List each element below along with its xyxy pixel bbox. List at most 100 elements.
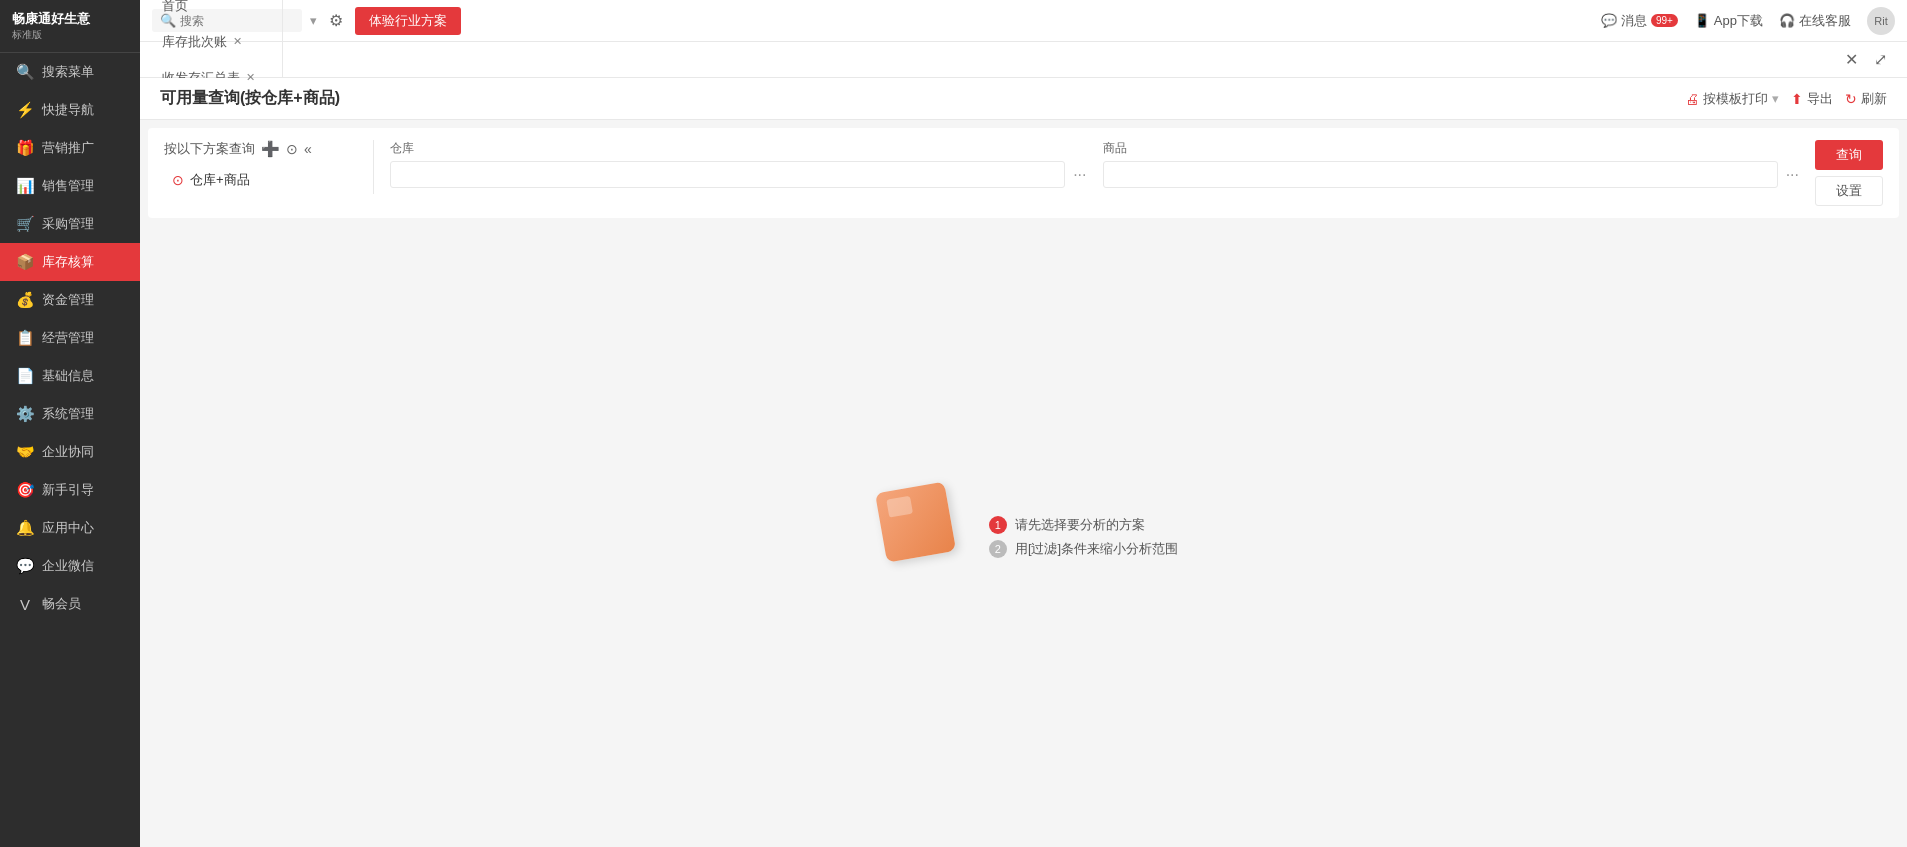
- warehouse-input-row: ···: [390, 161, 1091, 188]
- sidebar-item-search[interactable]: 🔍 搜索菜单: [0, 53, 140, 91]
- settings-scheme-btn[interactable]: ⊙: [286, 141, 298, 157]
- sidebar-scroll: 🔍 搜索菜单 ⚡ 快捷导航 🎁 营销推广 📊 销售管理 🛒 采购管理 📦 库存核…: [0, 53, 140, 847]
- top-header: 🔍 ▾ ⚙ 体验行业方案 💬 消息 99+ 📱 App下载 🎧 在线客服 Rit: [140, 0, 1907, 42]
- warehouse-input[interactable]: [390, 161, 1065, 188]
- gear-icon[interactable]: ⚙: [325, 7, 347, 34]
- print-icon: 🖨: [1685, 91, 1699, 107]
- sidebar-label-sales: 销售管理: [42, 177, 94, 195]
- sidebar-label-marketing: 营销推广: [42, 139, 94, 157]
- tab-close-receipt-summary[interactable]: ✕: [246, 71, 255, 84]
- sidebar-icon-apps: 🔔: [16, 519, 34, 537]
- close-tab-btn[interactable]: ✕: [1841, 46, 1862, 73]
- sidebar-icon-search: 🔍: [16, 63, 34, 81]
- tab-close-batch-ledger[interactable]: ✕: [233, 35, 242, 48]
- tab-label-batch-ledger: 库存批次账: [162, 33, 227, 51]
- empty-box-icon: [875, 481, 956, 562]
- sidebar-label-purchase: 采购管理: [42, 215, 94, 233]
- warehouse-label: 仓库: [390, 140, 1091, 157]
- hint-item-1: 1 请先选择要分析的方案: [989, 516, 1178, 534]
- sidebar-item-sales[interactable]: 📊 销售管理: [0, 167, 140, 205]
- sidebar-item-cooperation[interactable]: 🤝 企业协同: [0, 433, 140, 471]
- sidebar-item-operations[interactable]: 📋 经营管理: [0, 319, 140, 357]
- message-action[interactable]: 💬 消息 99+: [1601, 12, 1678, 30]
- online-service-action[interactable]: 🎧 在线客服: [1779, 12, 1851, 30]
- sidebar-label-basic: 基础信息: [42, 367, 94, 385]
- warehouse-more-btn[interactable]: ···: [1069, 162, 1090, 188]
- message-icon: 💬: [1601, 13, 1617, 28]
- sidebar-item-member[interactable]: V 畅会员: [0, 585, 140, 623]
- refresh-action[interactable]: ↻ 刷新: [1845, 90, 1887, 108]
- hint-item-2: 2 用[过滤]条件来缩小分析范围: [989, 540, 1178, 558]
- tab-batch-ledger[interactable]: 库存批次账 ✕: [148, 24, 283, 60]
- sidebar-label-inventory: 库存核算: [42, 253, 94, 271]
- sidebar-item-weixin[interactable]: 💬 企业微信: [0, 547, 140, 585]
- sidebar: 畅康通好生意 标准版 🔍 搜索菜单 ⚡ 快捷导航 🎁 营销推广 📊 销售管理 🛒…: [0, 0, 140, 847]
- sidebar-label-member: 畅会员: [42, 595, 81, 613]
- app-download-action[interactable]: 📱 App下载: [1694, 12, 1763, 30]
- app-download-label: App下载: [1714, 12, 1763, 30]
- sidebar-icon-guide: 🎯: [16, 481, 34, 499]
- goods-input[interactable]: [1103, 161, 1778, 188]
- print-label: 按模板打印: [1703, 90, 1768, 108]
- sidebar-icon-marketing: 🎁: [16, 139, 34, 157]
- expand-tab-btn[interactable]: ⤢: [1870, 46, 1891, 73]
- sidebar-item-shortcut[interactable]: ⚡ 快捷导航: [0, 91, 140, 129]
- export-label: 导出: [1807, 90, 1833, 108]
- print-dropdown-icon[interactable]: ▾: [1772, 91, 1779, 106]
- hint-num-1: 1: [989, 516, 1007, 534]
- goods-more-btn[interactable]: ···: [1782, 162, 1803, 188]
- page-title: 可用量查询(按仓库+商品): [160, 88, 1685, 109]
- scheme-header: 按以下方案查询 ➕ ⊙ «: [164, 140, 361, 158]
- add-scheme-btn[interactable]: ➕: [261, 140, 280, 158]
- service-icon: 🎧: [1779, 13, 1795, 28]
- sidebar-icon-member: V: [16, 596, 34, 613]
- trial-button[interactable]: 体验行业方案: [355, 7, 461, 35]
- sidebar-item-inventory[interactable]: 📦 库存核算: [0, 243, 140, 281]
- sidebar-item-marketing[interactable]: 🎁 营销推广: [0, 129, 140, 167]
- sidebar-label-search: 搜索菜单: [42, 63, 94, 81]
- page-header: 可用量查询(按仓库+商品) 🖨 按模板打印 ▾ ⬆ 导出 ↻ 刷新: [140, 78, 1907, 120]
- hint-text-1: 请先选择要分析的方案: [1015, 516, 1145, 534]
- sidebar-icon-sales: 📊: [16, 177, 34, 195]
- sidebar-item-apps[interactable]: 🔔 应用中心: [0, 509, 140, 547]
- query-scheme-section: 按以下方案查询 ➕ ⊙ « ⊙ 仓库+商品: [164, 140, 374, 194]
- scheme-item-warehouse-goods[interactable]: ⊙ 仓库+商品: [164, 166, 361, 194]
- settings-button[interactable]: 设置: [1815, 176, 1883, 206]
- filter-field-goods: 商品 ···: [1103, 140, 1804, 188]
- empty-illustration: [869, 479, 969, 579]
- sidebar-label-apps: 应用中心: [42, 519, 94, 537]
- dropdown-icon[interactable]: ▾: [310, 13, 317, 28]
- query-button[interactable]: 查询: [1815, 140, 1883, 170]
- tab-home[interactable]: 首页: [148, 0, 283, 24]
- sidebar-item-system[interactable]: ⚙️ 系统管理: [0, 395, 140, 433]
- query-action-btns: 查询 设置: [1803, 140, 1883, 206]
- collapse-scheme-btn[interactable]: «: [304, 141, 312, 157]
- sidebar-icon-basic: 📄: [16, 367, 34, 385]
- sidebar-items-container: 🔍 搜索菜单 ⚡ 快捷导航 🎁 营销推广 📊 销售管理 🛒 采购管理 📦 库存核…: [0, 53, 140, 623]
- sidebar-item-guide[interactable]: 🎯 新手引导: [0, 471, 140, 509]
- sidebar-icon-cooperation: 🤝: [16, 443, 34, 461]
- tab-label-home: 首页: [162, 0, 188, 15]
- scheme-item-label: 仓库+商品: [190, 171, 250, 189]
- tab-close-available-ledger[interactable]: ✕: [259, 107, 268, 120]
- tabs-bar: 首页 库存批次账 ✕ 收发存汇总表 ✕ 可用量库存账本 ✕ ✕ ⤢: [140, 42, 1907, 78]
- print-action[interactable]: 🖨 按模板打印 ▾: [1685, 90, 1779, 108]
- phone-icon: 📱: [1694, 13, 1710, 28]
- sidebar-item-purchase[interactable]: 🛒 采购管理: [0, 205, 140, 243]
- sidebar-label-guide: 新手引导: [42, 481, 94, 499]
- export-action[interactable]: ⬆ 导出: [1791, 90, 1833, 108]
- sidebar-item-basic[interactable]: 📄 基础信息: [0, 357, 140, 395]
- empty-state: 1 请先选择要分析的方案 2 用[过滤]条件来缩小分析范围: [140, 226, 1907, 847]
- sidebar-item-finance[interactable]: 💰 资金管理: [0, 281, 140, 319]
- tab-actions: ✕ ⤢: [1833, 42, 1899, 78]
- message-label: 消息: [1621, 12, 1647, 30]
- goods-input-row: ···: [1103, 161, 1804, 188]
- refresh-icon: ↻: [1845, 91, 1857, 107]
- user-avatar[interactable]: Rit: [1867, 7, 1895, 35]
- goods-label: 商品: [1103, 140, 1804, 157]
- scheme-item-icon: ⊙: [172, 172, 184, 188]
- hint-num-2: 2: [989, 540, 1007, 558]
- logo-sub: 标准版: [12, 28, 128, 42]
- header-actions: 💬 消息 99+ 📱 App下载 🎧 在线客服 Rit: [1601, 7, 1895, 35]
- online-service-label: 在线客服: [1799, 12, 1851, 30]
